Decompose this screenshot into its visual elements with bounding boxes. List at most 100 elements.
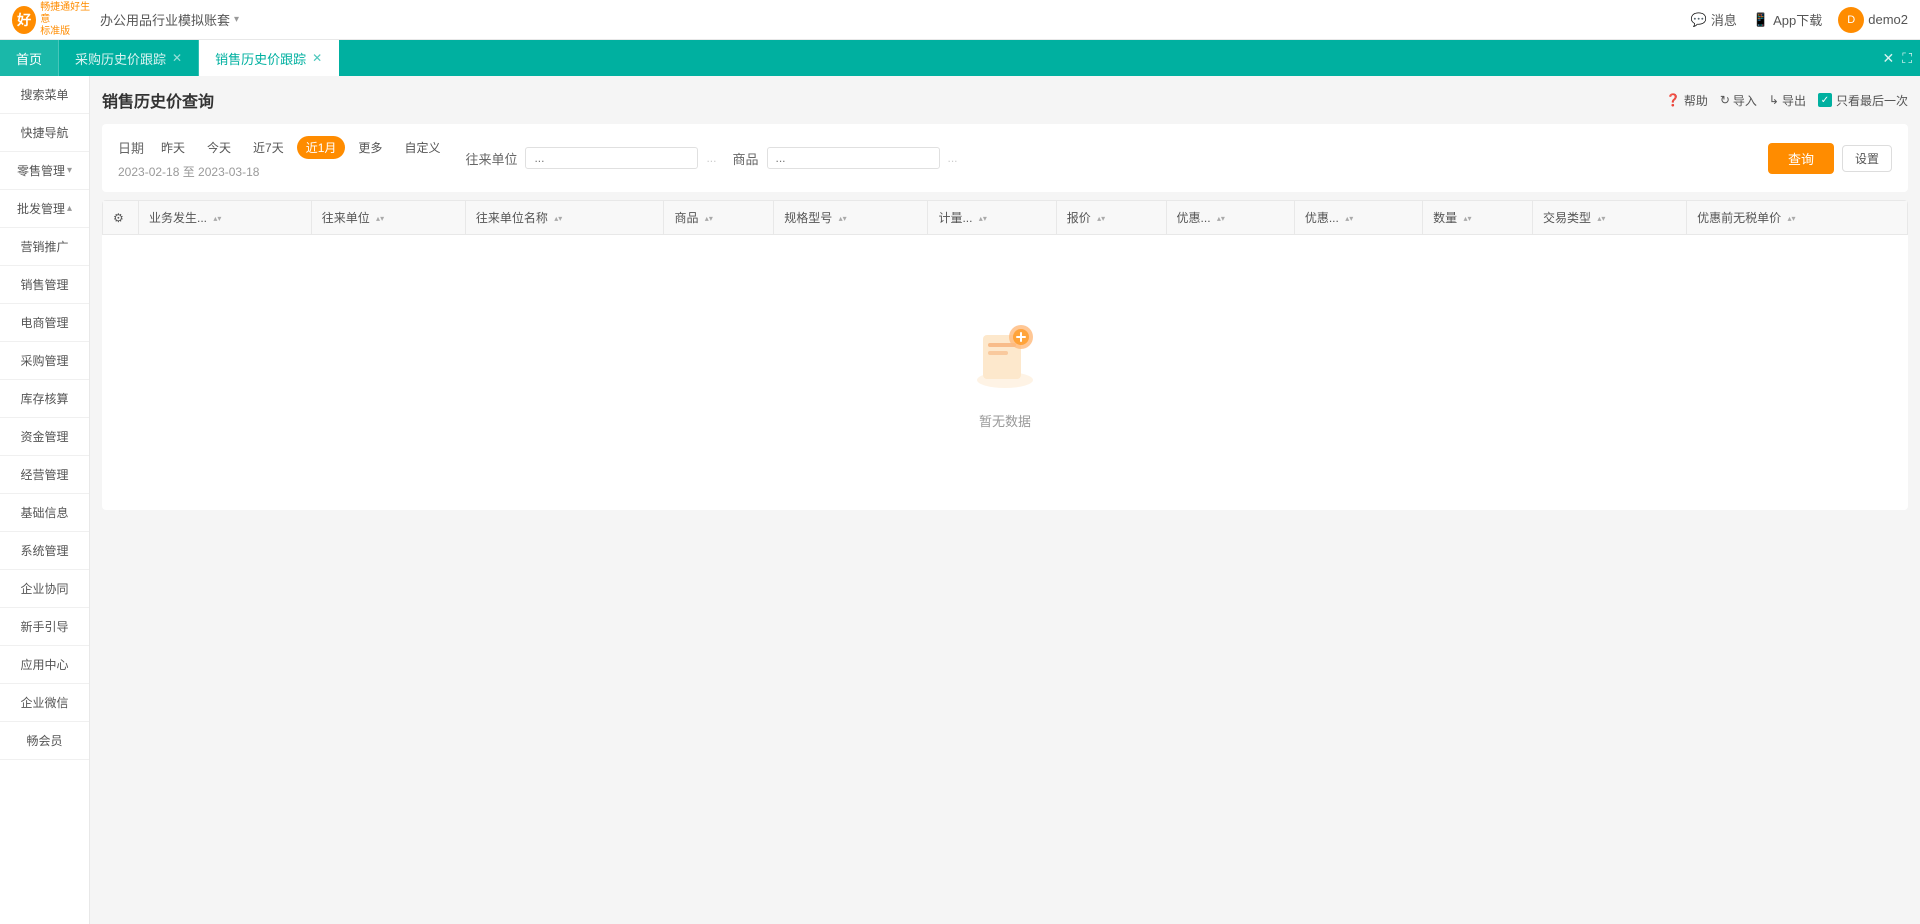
help-button[interactable]: ❓ 帮助 [1666,92,1708,109]
sidebar-item-search[interactable]: 搜索菜单 [0,76,89,114]
th-goods[interactable]: 商品 ▴▾ [664,201,774,235]
only-last-checkbox[interactable]: ✓ 只看最后一次 [1818,92,1908,109]
tab-bar: 首页 采购历史价跟踪 ✕ 销售历史价跟踪 ✕ ✕ ⛶ [0,40,1920,76]
sidebar-item-wholesale[interactable]: 批发管理 ▴ [0,190,89,228]
th-spec[interactable]: 规格型号 ▴▾ [774,201,928,235]
date-yesterday-btn[interactable]: 昨天 [152,136,194,159]
sidebar-item-shortcut[interactable]: 快捷导航 [0,114,89,152]
sort-arrows-price: ▴▾ [1097,214,1105,223]
sidebar-item-enterprise[interactable]: 企业协同 [0,570,89,608]
empty-state: 暂无数据 [102,235,1908,510]
th-gear[interactable]: ⚙ [103,201,139,235]
tab-sales[interactable]: 销售历史价跟踪 ✕ [199,40,339,76]
sort-arrows-goods: ▴▾ [705,214,713,223]
goods-input[interactable] [767,147,940,169]
app-icon: 📱 [1753,12,1769,28]
th-trade-type[interactable]: 交易类型 ▴▾ [1532,201,1686,235]
system-title-dropdown-icon[interactable]: ▾ [234,14,239,25]
message-icon: 💬 [1691,12,1707,28]
sidebar-item-basic[interactable]: 基础信息 [0,494,89,532]
date-filter-section: 日期 昨天 今天 近7天 近1月 更多 自定义 2023-02-18 至 202… [118,136,449,180]
sidebar-item-ecommerce[interactable]: 电商管理 [0,304,89,342]
sort-arrows-biz-date: ▴▾ [213,214,221,223]
checkbox-checked-icon: ✓ [1818,93,1832,107]
settings-button[interactable]: 设置 [1842,145,1892,172]
partner-filter-group: 往来单位 ... [465,147,716,169]
sidebar-item-member[interactable]: 畅会员 [0,722,89,760]
sidebar-item-operations[interactable]: 经营管理 [0,456,89,494]
query-button[interactable]: 查询 [1768,143,1834,174]
th-partner-code[interactable]: 往来单位 ▴▾ [311,201,465,235]
sort-arrows-trade-type: ▴▾ [1597,214,1605,223]
tab-sales-close[interactable]: ✕ [312,51,322,65]
goods-filter-group: 商品 ... [732,147,957,169]
date-today-btn[interactable]: 今天 [198,136,240,159]
import-icon: ↻ [1720,93,1730,107]
filter-bar: 日期 昨天 今天 近7天 近1月 更多 自定义 2023-02-18 至 202… [102,124,1908,192]
date-last7-btn[interactable]: 近7天 [244,136,293,159]
goods-label: 商品 [732,149,758,168]
sidebar-item-purchase[interactable]: 采购管理 [0,342,89,380]
sidebar-item-inventory[interactable]: 库存核算 [0,380,89,418]
date-last1m-btn[interactable]: 近1月 [297,136,346,159]
sidebar-item-guide[interactable]: 新手引导 [0,608,89,646]
sidebar-item-wechat[interactable]: 企业微信 [0,684,89,722]
date-more-btn[interactable]: 更多 [349,136,391,159]
sidebar-item-retail[interactable]: 零售管理 ▾ [0,152,89,190]
date-custom-btn[interactable]: 自定义 [395,136,449,159]
user-menu[interactable]: D demo2 [1838,7,1908,33]
logo-area: 好 畅捷通好生意 标准版 [12,2,92,38]
sort-arrows-unit: ▴▾ [979,214,987,223]
page-header: 销售历史价查询 ❓ 帮助 ↻ 导入 ↳ 导出 ✓ [102,88,1908,112]
wholesale-dropdown-icon: ▴ [67,203,72,214]
sidebar-item-sales-mgmt[interactable]: 销售管理 [0,266,89,304]
goods-dots: ... [948,151,958,165]
export-icon: ↳ [1769,93,1779,107]
tab-home[interactable]: 首页 [0,40,59,76]
th-discount2[interactable]: 优惠... ▴▾ [1294,201,1422,235]
page-content: 销售历史价查询 ❓ 帮助 ↻ 导入 ↳ 导出 ✓ [90,76,1920,924]
partner-label: 往来单位 [465,149,517,168]
sidebar: 搜索菜单 快捷导航 零售管理 ▾ 批发管理 ▴ 营销推广 销售管理 电商管理 采… [0,76,90,924]
main-layout: 搜索菜单 快捷导航 零售管理 ▾ 批发管理 ▴ 营销推广 销售管理 电商管理 采… [0,76,1920,924]
import-button[interactable]: ↻ 导入 [1720,92,1757,109]
th-price[interactable]: 报价 ▴▾ [1056,201,1166,235]
page-title: 销售历史价查询 [102,88,214,112]
retail-dropdown-icon: ▾ [67,165,72,176]
filter-right: 查询 设置 [1768,143,1892,174]
th-unit[interactable]: 计量... ▴▾ [928,201,1056,235]
sort-arrows-partner-code: ▴▾ [376,214,384,223]
sidebar-item-finance[interactable]: 资金管理 [0,418,89,456]
tab-close-all-button[interactable]: ✕ [1882,50,1894,67]
sort-arrows-discount1: ▴▾ [1217,214,1225,223]
tab-purchase[interactable]: 采购历史价跟踪 ✕ [59,40,199,76]
top-bar: 好 畅捷通好生意 标准版 办公用品行业模拟账套 ▾ 💬 消息 📱 App下载 D… [0,0,1920,40]
partner-input[interactable] [525,147,698,169]
sidebar-item-app-center[interactable]: 应用中心 [0,646,89,684]
th-biz-date[interactable]: 业务发生... ▴▾ [139,201,312,235]
sidebar-item-system[interactable]: 系统管理 [0,532,89,570]
table-container: ⚙ 业务发生... ▴▾ 往来单位 ▴▾ 往来单位名称 [102,200,1908,510]
th-pre-tax-price[interactable]: 优惠前无税单价 ▴▾ [1687,201,1908,235]
app-download-button[interactable]: 📱 App下载 [1753,10,1822,29]
th-qty[interactable]: 数量 ▴▾ [1423,201,1533,235]
partner-dots: ... [706,151,716,165]
tab-purchase-close[interactable]: ✕ [172,51,182,65]
export-button[interactable]: ↳ 导出 [1769,92,1806,109]
message-button[interactable]: 💬 消息 [1691,10,1737,29]
gear-icon: ⚙ [113,211,124,225]
empty-text: 暂无数据 [979,411,1031,430]
empty-icon [965,315,1045,395]
sort-arrows-pre-tax-price: ▴▾ [1788,214,1796,223]
sort-arrows-discount2: ▴▾ [1345,214,1353,223]
th-partner-name[interactable]: 往来单位名称 ▴▾ [465,201,664,235]
sidebar-item-marketing[interactable]: 营销推广 [0,228,89,266]
table-header-row: ⚙ 业务发生... ▴▾ 往来单位 ▴▾ 往来单位名称 [103,201,1908,235]
system-title: 办公用品行业模拟账套 ▾ [100,10,1683,29]
logo-text: 畅捷通好生意 标准版 [40,2,92,38]
sort-arrows-spec: ▴▾ [839,214,847,223]
th-discount1[interactable]: 优惠... ▴▾ [1166,201,1294,235]
tab-bar-right: ✕ ⛶ [1882,40,1920,76]
tab-maximize-button[interactable]: ⛶ [1902,50,1912,67]
date-range-text: 2023-02-18 至 2023-03-18 [118,163,449,180]
